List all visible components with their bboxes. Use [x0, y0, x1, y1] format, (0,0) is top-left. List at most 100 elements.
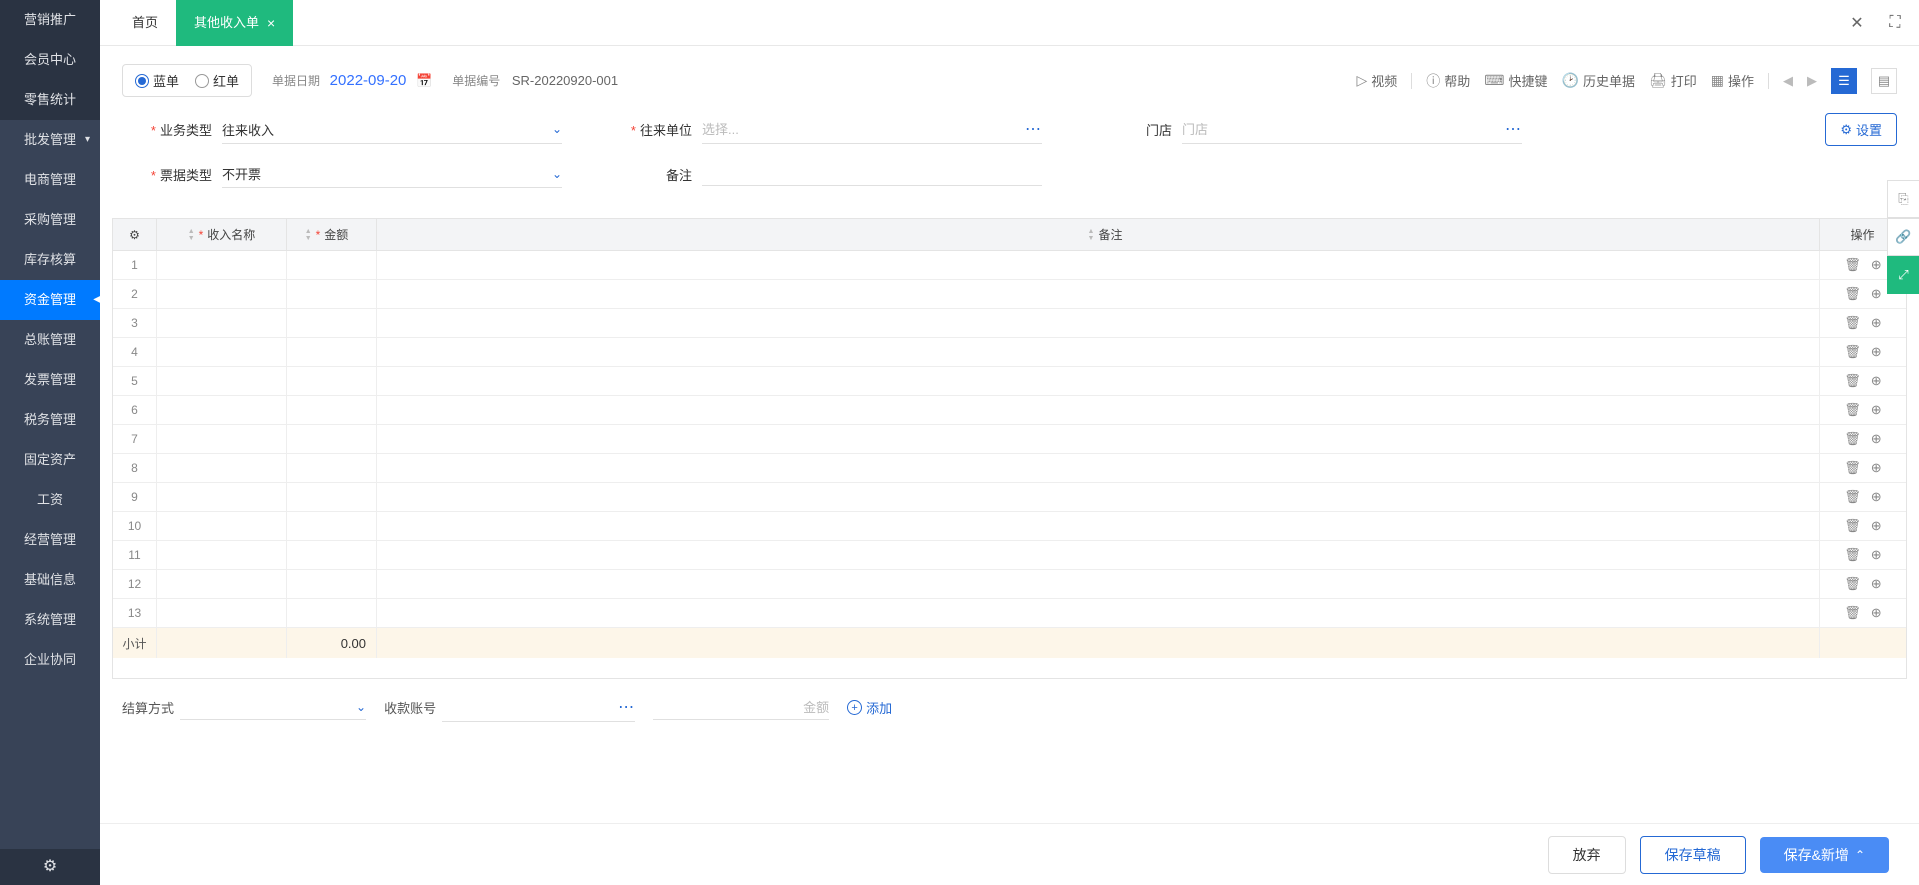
delete-row-icon[interactable]: 🗑: [1844, 315, 1861, 331]
add-row-icon[interactable]: ⊕: [1871, 431, 1882, 447]
cell-remark[interactable]: [377, 599, 1820, 627]
sidebar-item-10[interactable]: 税务管理: [0, 400, 100, 440]
sidebar-item-11[interactable]: 固定资产: [0, 440, 100, 480]
table-row[interactable]: 2🗑⊕: [113, 280, 1906, 309]
discard-button[interactable]: 放弃: [1548, 836, 1626, 874]
sidebar-item-0[interactable]: 营销推广: [0, 0, 100, 40]
sidebar-item-16[interactable]: 企业协同: [0, 640, 100, 680]
col-remark[interactable]: ▲▼ 备注: [377, 219, 1820, 250]
cell-income-name[interactable]: [157, 570, 287, 598]
cell-income-name[interactable]: [157, 338, 287, 366]
cell-income-name[interactable]: [157, 251, 287, 279]
radio-red[interactable]: 红单: [195, 71, 239, 90]
table-row[interactable]: 4🗑⊕: [113, 338, 1906, 367]
table-row[interactable]: 10🗑⊕: [113, 512, 1906, 541]
save-and-new-button[interactable]: 保存&新增: [1760, 837, 1889, 873]
cell-income-name[interactable]: [157, 541, 287, 569]
cell-remark[interactable]: [377, 541, 1820, 569]
cell-remark[interactable]: [377, 425, 1820, 453]
delete-row-icon[interactable]: 🗑: [1844, 257, 1861, 273]
invoice-type-select[interactable]: 不开票 ⌄: [222, 160, 562, 188]
prev-doc-icon[interactable]: ◀: [1783, 73, 1793, 89]
col-income-name[interactable]: ▲▼ *收入名称: [157, 219, 287, 250]
table-row[interactable]: 12🗑⊕: [113, 570, 1906, 599]
party-select[interactable]: ⋯: [702, 115, 1042, 144]
side-template-icon[interactable]: ⎘: [1887, 180, 1919, 218]
cell-amount[interactable]: [287, 367, 377, 395]
table-row[interactable]: 9🗑⊕: [113, 483, 1906, 512]
sidebar-item-9[interactable]: 发票管理: [0, 360, 100, 400]
cell-remark[interactable]: [377, 570, 1820, 598]
settlement-method-select[interactable]: ⌄: [180, 696, 366, 720]
side-attachment-icon[interactable]: 🔗: [1887, 218, 1919, 256]
cell-income-name[interactable]: [157, 454, 287, 482]
cell-remark[interactable]: [377, 454, 1820, 482]
delete-row-icon[interactable]: 🗑: [1844, 286, 1861, 302]
delete-row-icon[interactable]: 🗑: [1844, 460, 1861, 476]
store-select[interactable]: ⋯: [1182, 115, 1522, 144]
cell-remark[interactable]: [377, 309, 1820, 337]
sidebar-item-1[interactable]: 会员中心: [0, 40, 100, 80]
cell-remark[interactable]: [377, 396, 1820, 424]
table-settings-icon[interactable]: ⚙: [113, 219, 157, 250]
cell-amount[interactable]: [287, 599, 377, 627]
add-settlement-button[interactable]: + 添加: [847, 698, 892, 717]
more-icon[interactable]: ⋯: [1025, 119, 1042, 139]
cell-amount[interactable]: [287, 570, 377, 598]
cell-amount[interactable]: [287, 454, 377, 482]
save-draft-button[interactable]: 保存草稿: [1640, 836, 1746, 874]
delete-row-icon[interactable]: 🗑: [1844, 489, 1861, 505]
add-row-icon[interactable]: ⊕: [1871, 547, 1882, 563]
delete-row-icon[interactable]: 🗑: [1844, 605, 1861, 621]
settlement-amount-input[interactable]: [653, 696, 829, 720]
history-link[interactable]: 🕑历史单据: [1562, 71, 1635, 90]
cell-remark[interactable]: [377, 367, 1820, 395]
sidebar-item-6[interactable]: 库存核算: [0, 240, 100, 280]
operate-link[interactable]: ▦操作: [1711, 71, 1754, 90]
view-card-toggle[interactable]: ▤: [1871, 68, 1897, 94]
table-row[interactable]: 3🗑⊕: [113, 309, 1906, 338]
view-list-toggle[interactable]: ☰: [1831, 68, 1857, 94]
add-row-icon[interactable]: ⊕: [1871, 315, 1882, 331]
add-row-icon[interactable]: ⊕: [1871, 489, 1882, 505]
table-row[interactable]: 8🗑⊕: [113, 454, 1906, 483]
shortcut-link[interactable]: ⌨快捷键: [1484, 71, 1547, 90]
cell-amount[interactable]: [287, 425, 377, 453]
cell-amount[interactable]: [287, 280, 377, 308]
delete-row-icon[interactable]: 🗑: [1844, 576, 1861, 592]
fullscreen-icon[interactable]: ⛶: [1881, 9, 1909, 37]
sidebar-item-8[interactable]: 总账管理: [0, 320, 100, 360]
cell-income-name[interactable]: [157, 367, 287, 395]
more-icon[interactable]: ⋯: [618, 697, 635, 717]
cell-remark[interactable]: [377, 280, 1820, 308]
delete-row-icon[interactable]: 🗑: [1844, 344, 1861, 360]
table-row[interactable]: 6🗑⊕: [113, 396, 1906, 425]
sidebar-item-14[interactable]: 基础信息: [0, 560, 100, 600]
table-row[interactable]: 5🗑⊕: [113, 367, 1906, 396]
print-link[interactable]: 🖨打印: [1649, 71, 1697, 90]
add-row-icon[interactable]: ⊕: [1871, 286, 1882, 302]
sidebar-item-3[interactable]: 批发管理: [0, 120, 100, 160]
add-row-icon[interactable]: ⊕: [1871, 257, 1882, 273]
tab-home[interactable]: 首页: [114, 0, 176, 46]
calendar-icon[interactable]: 📅: [416, 73, 432, 88]
sidebar-item-5[interactable]: 采购管理: [0, 200, 100, 240]
sidebar-settings-button[interactable]: ⚙: [0, 849, 100, 885]
add-row-icon[interactable]: ⊕: [1871, 344, 1882, 360]
close-all-icon[interactable]: ✕: [1843, 9, 1871, 37]
cell-income-name[interactable]: [157, 483, 287, 511]
add-row-icon[interactable]: ⊕: [1871, 373, 1882, 389]
cell-amount[interactable]: [287, 338, 377, 366]
cell-income-name[interactable]: [157, 512, 287, 540]
cell-income-name[interactable]: [157, 396, 287, 424]
tab-other-income[interactable]: 其他收入单 ×: [176, 0, 293, 46]
table-row[interactable]: 13🗑⊕: [113, 599, 1906, 628]
more-icon[interactable]: ⋯: [1505, 119, 1522, 139]
cell-income-name[interactable]: [157, 425, 287, 453]
radio-blue[interactable]: 蓝单: [135, 71, 179, 90]
doc-date-value[interactable]: 2022-09-20: [330, 72, 407, 89]
sidebar-item-2[interactable]: 零售统计: [0, 80, 100, 120]
cell-remark[interactable]: [377, 338, 1820, 366]
table-row[interactable]: 1🗑⊕: [113, 251, 1906, 280]
cell-remark[interactable]: [377, 512, 1820, 540]
